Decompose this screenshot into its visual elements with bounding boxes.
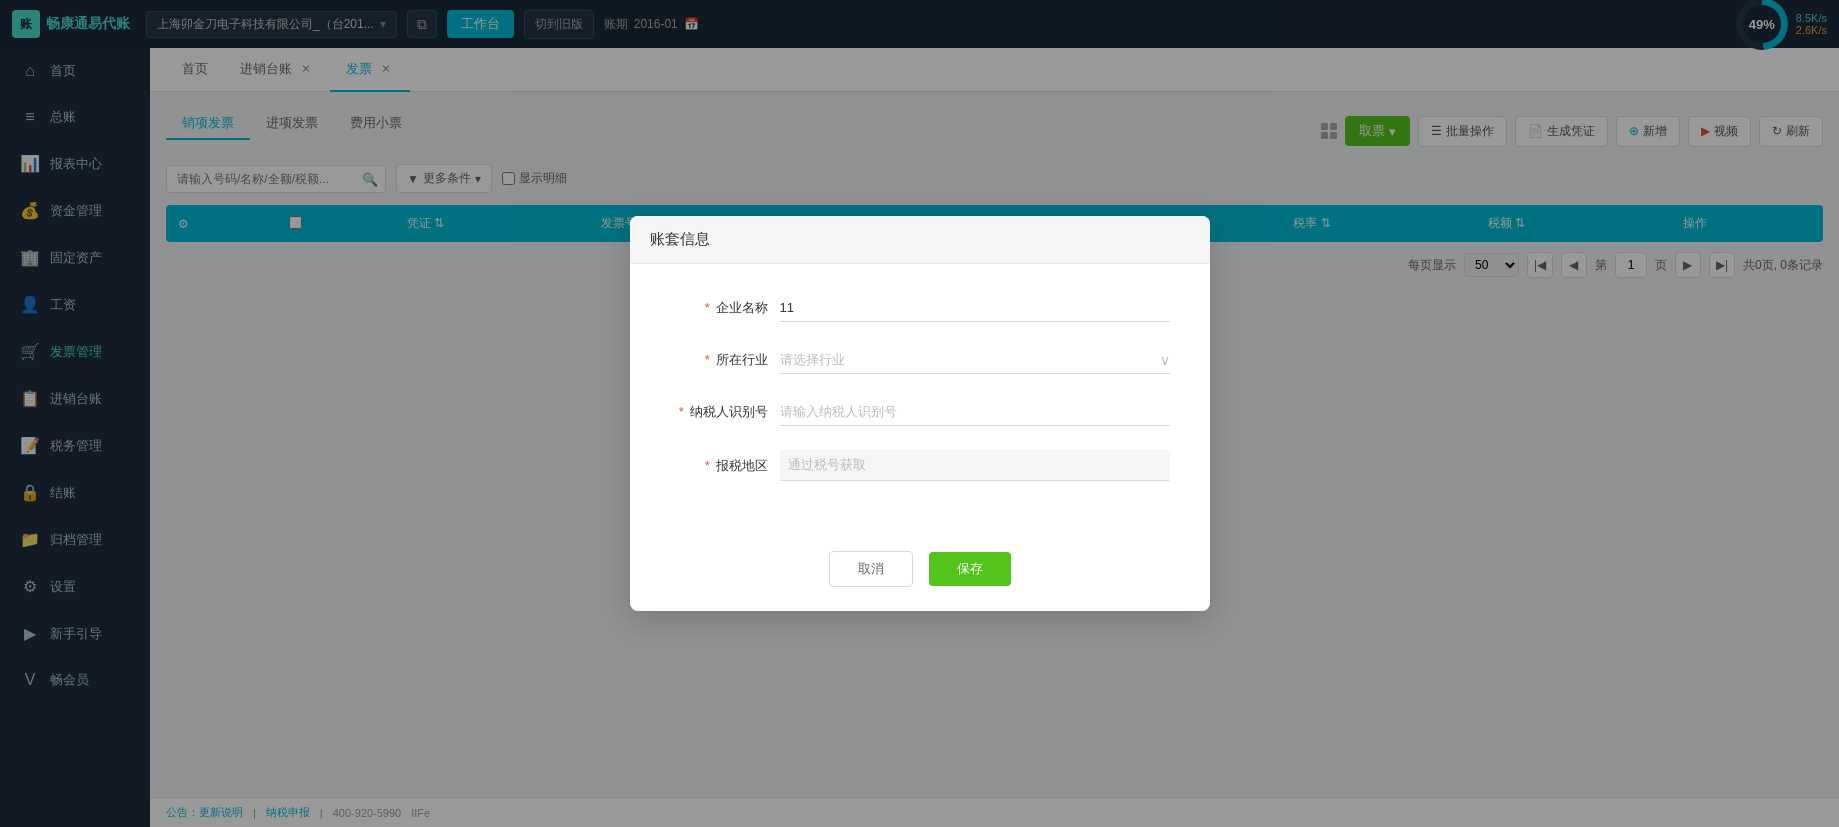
region-label: * 报税地区 bbox=[670, 457, 780, 475]
industry-chevron-icon: ∨ bbox=[1160, 352, 1170, 368]
dialog-footer: 取消 保存 bbox=[630, 535, 1210, 611]
account-info-dialog: 账套信息 * 企业名称 * 所在行业 bbox=[630, 216, 1210, 611]
industry-row: * 所在行业 请选择行业 ∨ bbox=[670, 346, 1170, 374]
company-name-label: * 企业名称 bbox=[670, 299, 780, 317]
region-display: 通过税号获取 bbox=[780, 450, 1170, 481]
required-mark4: * bbox=[705, 458, 710, 473]
company-name-row: * 企业名称 bbox=[670, 294, 1170, 322]
required-mark2: * bbox=[705, 352, 710, 367]
tax-id-label: * 纳税人识别号 bbox=[670, 403, 780, 421]
industry-select-wrap: 请选择行业 ∨ bbox=[780, 346, 1170, 374]
cancel-button[interactable]: 取消 bbox=[829, 551, 913, 587]
dialog-overlay[interactable]: 账套信息 * 企业名称 * 所在行业 bbox=[0, 0, 1839, 827]
region-row: * 报税地区 通过税号获取 bbox=[670, 450, 1170, 481]
industry-select[interactable] bbox=[780, 346, 1160, 373]
save-button[interactable]: 保存 bbox=[929, 552, 1011, 586]
required-mark: * bbox=[705, 300, 710, 315]
company-name-input[interactable] bbox=[780, 294, 1170, 322]
tax-id-input[interactable] bbox=[780, 398, 1170, 426]
industry-label: * 所在行业 bbox=[670, 351, 780, 369]
dialog-body: * 企业名称 * 所在行业 请选择行业 ∨ bbox=[630, 264, 1210, 535]
required-mark3: * bbox=[679, 404, 684, 419]
tax-id-row: * 纳税人识别号 bbox=[670, 398, 1170, 426]
dialog-title: 账套信息 bbox=[650, 230, 710, 247]
dialog-header: 账套信息 bbox=[630, 216, 1210, 264]
